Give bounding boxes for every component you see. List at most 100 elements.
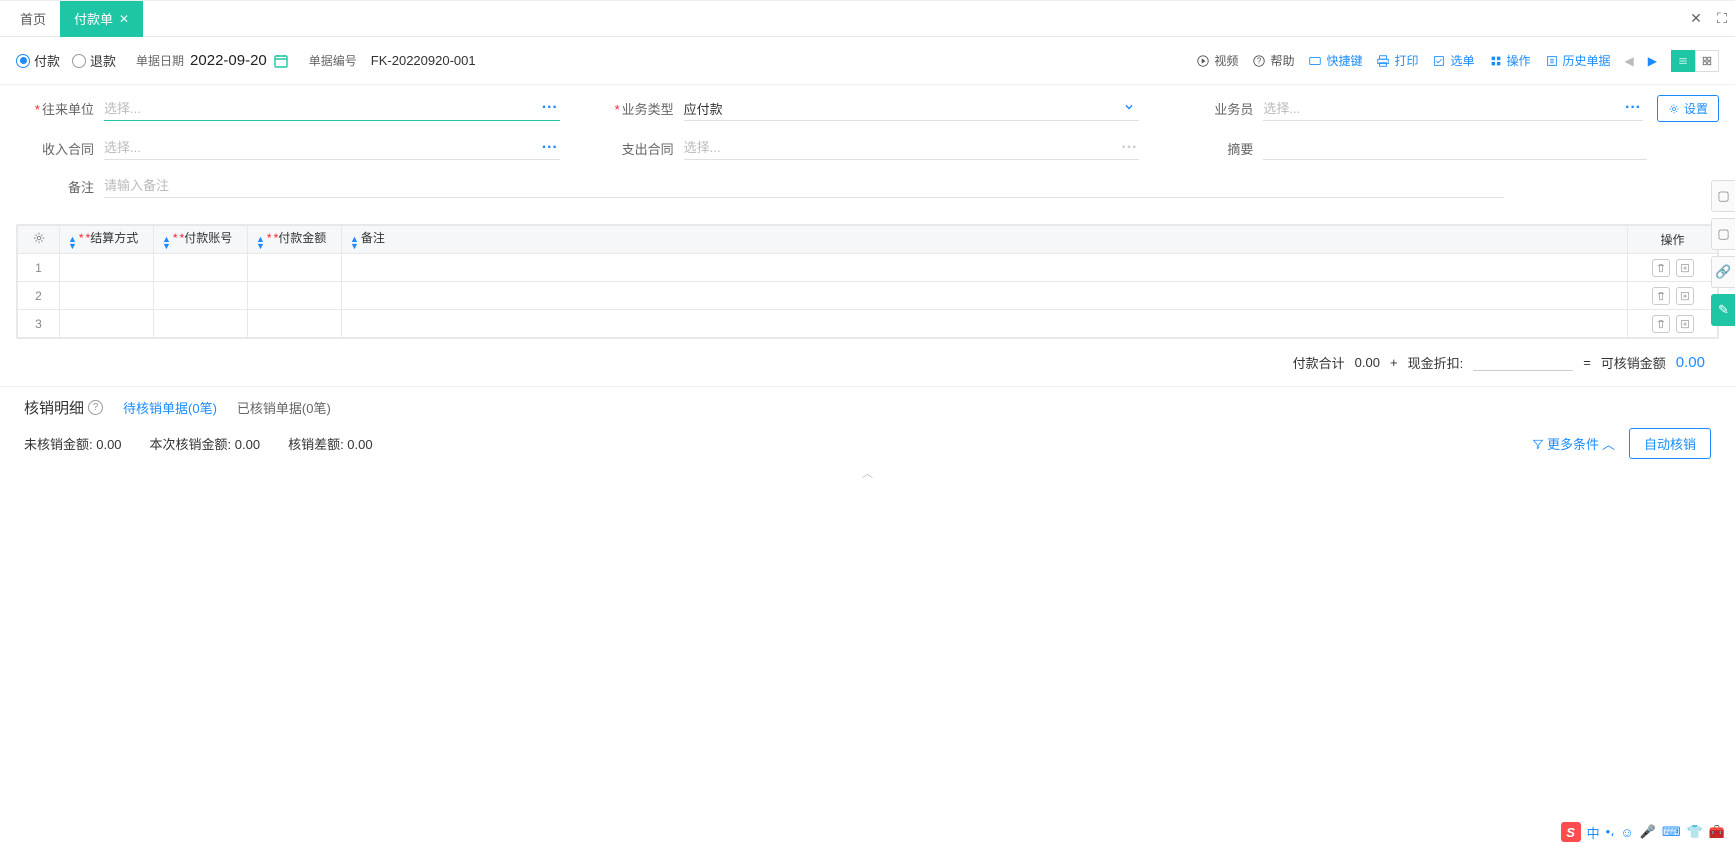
writeoff-detail: 核销明细? 待核销单据(0笔) 已核销单据(0笔) 未核销金额: 0.00 本次… bbox=[0, 386, 1735, 491]
shortcut-button[interactable]: 快捷键 bbox=[1308, 52, 1362, 69]
salesman-input[interactable] bbox=[1263, 101, 1643, 116]
header-bar: 付款 退款 单据日期 2022-09-20 单据编号 FK-20220920-0… bbox=[0, 37, 1735, 85]
summary-label: 摘要 bbox=[1175, 139, 1253, 158]
select-button[interactable]: 选单 bbox=[1432, 52, 1474, 69]
cell-ops bbox=[1628, 310, 1718, 338]
ime-logo[interactable]: S bbox=[1561, 822, 1581, 842]
cell-remark[interactable] bbox=[342, 282, 1628, 310]
summary-row: 付款合计 0.00 + 现金折扣: = 可核销金额 0.00 bbox=[0, 339, 1735, 386]
more-icon[interactable]: ··· bbox=[1625, 99, 1641, 117]
settings-button[interactable]: 设置 bbox=[1657, 95, 1719, 122]
more-icon[interactable]: ··· bbox=[1121, 139, 1137, 157]
delete-icon[interactable] bbox=[1652, 259, 1670, 277]
row-number: 2 bbox=[18, 282, 60, 310]
summary-input[interactable] bbox=[1263, 140, 1647, 155]
cell-account[interactable] bbox=[154, 282, 248, 310]
plus-sign: + bbox=[1390, 355, 1398, 370]
pay-refund-radio-group: 付款 退款 bbox=[16, 51, 116, 70]
rail-attachment-icon[interactable]: 🔗 bbox=[1711, 256, 1735, 288]
date-value[interactable]: 2022-09-20 bbox=[190, 52, 267, 69]
ime-keyboard-icon[interactable]: ⌨ bbox=[1662, 824, 1681, 840]
window-expand-icon[interactable]: ⛶ bbox=[1713, 10, 1731, 28]
delete-icon[interactable] bbox=[1652, 287, 1670, 305]
close-icon[interactable]: ✕ bbox=[119, 12, 129, 26]
table-row[interactable]: 1 bbox=[18, 254, 1718, 282]
income-contract-input[interactable] bbox=[104, 140, 560, 155]
tab-home[interactable]: 首页 bbox=[6, 1, 60, 37]
view-list-icon[interactable] bbox=[1671, 50, 1695, 72]
cell-settle[interactable] bbox=[60, 310, 154, 338]
tab-done[interactable]: 已核销单据(0笔) bbox=[237, 398, 331, 417]
history-button[interactable]: 历史单据 bbox=[1545, 52, 1611, 69]
col-amount[interactable]: ▲▼*付款金额 bbox=[248, 226, 342, 254]
col-remark[interactable]: ▲▼备注 bbox=[342, 226, 1628, 254]
remark-input[interactable] bbox=[104, 178, 1504, 193]
cell-remark[interactable] bbox=[342, 254, 1628, 282]
stat-diff: 核销差额: 0.00 bbox=[288, 434, 373, 453]
radio-refund[interactable]: 退款 bbox=[72, 51, 116, 70]
cell-amount[interactable] bbox=[248, 254, 342, 282]
tab-payment[interactable]: 付款单 ✕ bbox=[60, 1, 143, 37]
discount-input[interactable] bbox=[1473, 355, 1573, 371]
radio-refund-label: 退款 bbox=[90, 51, 116, 70]
total-value: 0.00 bbox=[1355, 355, 1380, 370]
more-icon[interactable]: ··· bbox=[542, 99, 558, 117]
auto-writeoff-button[interactable]: 自动核销 bbox=[1629, 428, 1711, 459]
help-button[interactable]: ?帮助 bbox=[1252, 52, 1294, 69]
next-icon[interactable]: ▶ bbox=[1648, 54, 1657, 68]
col-account[interactable]: ▲▼*付款账号 bbox=[154, 226, 248, 254]
table-row[interactable]: 2 bbox=[18, 282, 1718, 310]
ime-lang[interactable]: 中 bbox=[1587, 823, 1600, 842]
ime-toolbox-icon[interactable]: 🧰 bbox=[1709, 824, 1725, 840]
col-settle[interactable]: ▲▼*结算方式 bbox=[60, 226, 154, 254]
stat-thiswriteoff: 本次核销金额: 0.00 bbox=[150, 434, 261, 453]
window-close-icon[interactable]: ✕ bbox=[1687, 10, 1705, 28]
rail-btn-active[interactable]: ✎ bbox=[1711, 294, 1735, 326]
ime-skin-icon[interactable]: 👕 bbox=[1687, 824, 1703, 840]
more-filter-button[interactable]: 更多条件︿ bbox=[1532, 434, 1615, 453]
cell-remark[interactable] bbox=[342, 310, 1628, 338]
doc-no-value: FK-20220920-001 bbox=[371, 53, 476, 68]
help-icon[interactable]: ? bbox=[88, 400, 103, 415]
video-button[interactable]: 视频 bbox=[1196, 52, 1238, 69]
rail-btn-1[interactable]: ▢ bbox=[1711, 180, 1735, 212]
calendar-icon[interactable] bbox=[273, 53, 289, 69]
chevron-down-icon[interactable] bbox=[1123, 101, 1135, 116]
equal-sign: = bbox=[1583, 355, 1591, 370]
cell-ops bbox=[1628, 282, 1718, 310]
more-icon[interactable]: ··· bbox=[542, 139, 558, 157]
ime-emoji-icon[interactable]: ☺ bbox=[1620, 825, 1633, 840]
add-row-icon[interactable] bbox=[1676, 287, 1694, 305]
tab-payment-label: 付款单 bbox=[74, 9, 113, 28]
radio-pay[interactable]: 付款 bbox=[16, 51, 60, 70]
writeoff-label: 可核销金额 bbox=[1601, 353, 1666, 372]
cell-account[interactable] bbox=[154, 254, 248, 282]
biztype-value[interactable]: 应付款 bbox=[684, 99, 723, 118]
add-row-icon[interactable] bbox=[1676, 259, 1694, 277]
discount-label: 现金折扣: bbox=[1408, 353, 1464, 372]
prev-icon[interactable]: ◀ bbox=[1625, 54, 1634, 68]
print-button[interactable]: 打印 bbox=[1376, 52, 1418, 69]
rail-btn-2[interactable]: ▢ bbox=[1711, 218, 1735, 250]
ops-button[interactable]: 操作 bbox=[1489, 52, 1531, 69]
ime-mic-icon[interactable]: 🎤 bbox=[1640, 824, 1656, 840]
view-grid-icon[interactable] bbox=[1695, 50, 1719, 72]
cell-settle[interactable] bbox=[60, 282, 154, 310]
delete-icon[interactable] bbox=[1652, 315, 1670, 333]
tab-pending[interactable]: 待核销单据(0笔) bbox=[123, 398, 217, 417]
ime-punct-icon[interactable]: •، bbox=[1606, 824, 1615, 840]
cell-amount[interactable] bbox=[248, 282, 342, 310]
income-contract-label: 收入合同 bbox=[16, 139, 94, 158]
col-gear[interactable] bbox=[18, 226, 60, 254]
chevron-up-icon: ︿ bbox=[1602, 434, 1615, 453]
party-input[interactable] bbox=[104, 101, 560, 116]
collapse-icon[interactable]: ︿ bbox=[24, 465, 1711, 481]
cell-amount[interactable] bbox=[248, 310, 342, 338]
side-rail: ▢ ▢ 🔗 ✎ bbox=[1711, 180, 1735, 326]
row-number: 3 bbox=[18, 310, 60, 338]
table-row[interactable]: 3 bbox=[18, 310, 1718, 338]
expense-contract-input[interactable] bbox=[684, 140, 1140, 155]
add-row-icon[interactable] bbox=[1676, 315, 1694, 333]
cell-settle[interactable] bbox=[60, 254, 154, 282]
cell-account[interactable] bbox=[154, 310, 248, 338]
